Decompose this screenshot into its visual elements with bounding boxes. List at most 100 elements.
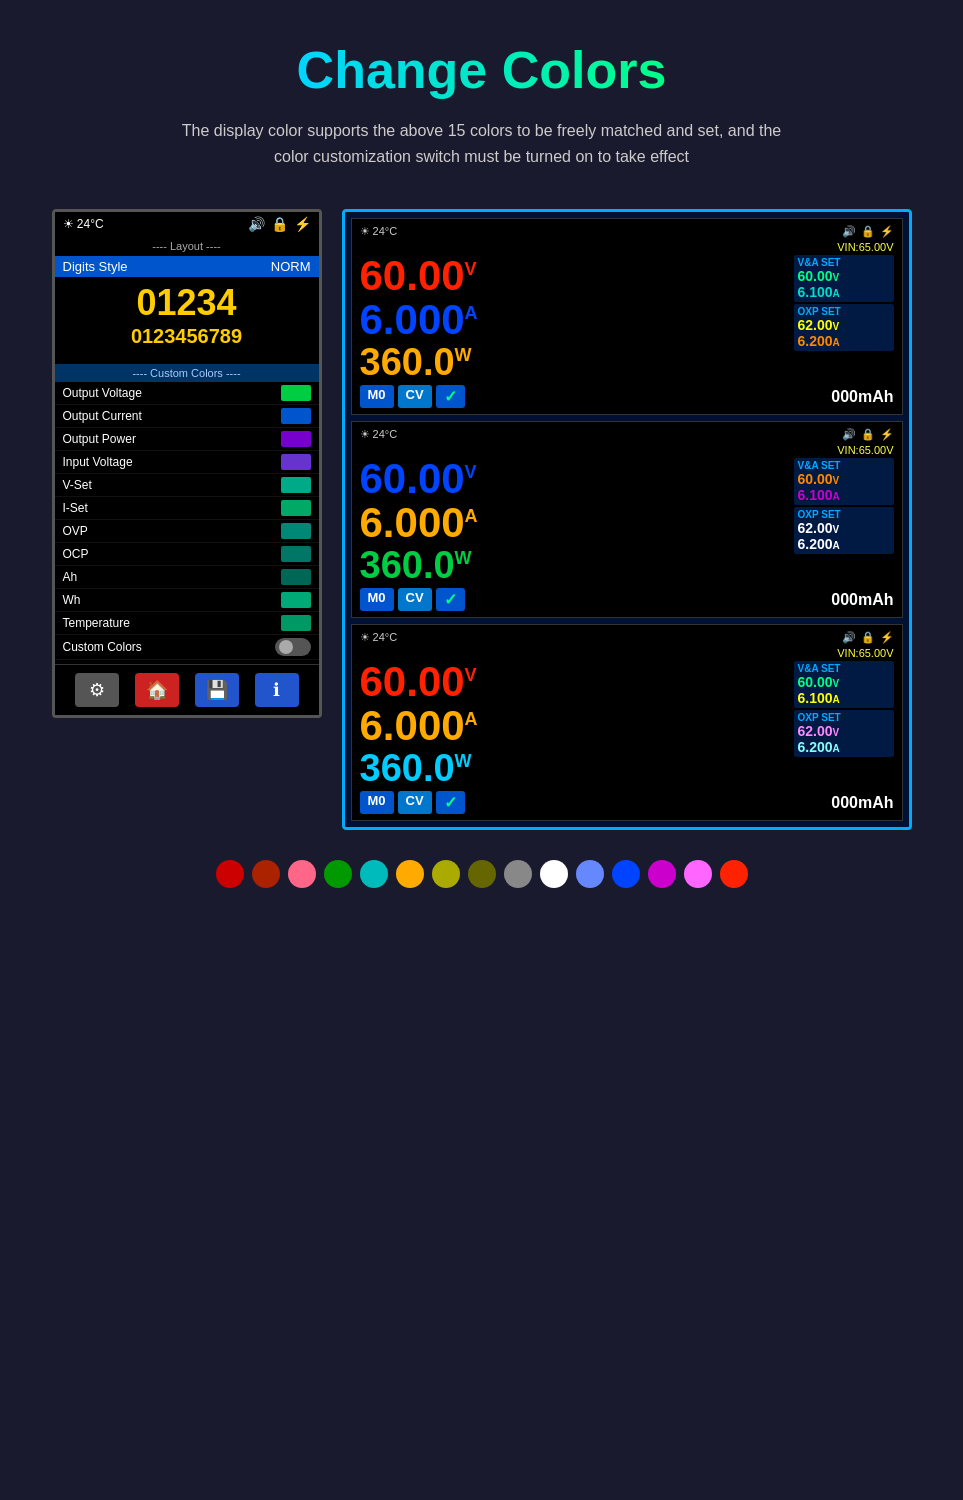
color-swatch[interactable]	[281, 454, 311, 470]
color-swatch[interactable]	[281, 523, 311, 539]
list-item[interactable]: Wh	[55, 589, 319, 612]
panel-3-power: 360.0W	[360, 749, 788, 787]
display-panel-3: ☀ 24°C 🔊 🔒 ⚡ VIN:65.00V 60.00V 6.000A 36…	[351, 624, 903, 821]
panel-2-body: 60.00V 6.000A 360.0W V&A SET 60.00V 6.10…	[360, 458, 894, 584]
m0-button-3[interactable]: M0	[360, 791, 394, 814]
color-palette	[216, 860, 748, 888]
palette-dot-14[interactable]	[684, 860, 712, 888]
palette-dot-13[interactable]	[648, 860, 676, 888]
home-button[interactable]: 🏠	[135, 673, 179, 707]
panel-2-temp: ☀ 24°C	[360, 428, 398, 441]
color-swatch[interactable]	[281, 477, 311, 493]
palette-dot-9[interactable]	[504, 860, 532, 888]
color-item-label: OCP	[63, 547, 89, 561]
page-title: Change Colors	[297, 40, 667, 100]
color-item-label: Input Voltage	[63, 455, 133, 469]
list-item[interactable]: Ah	[55, 566, 319, 589]
color-swatch[interactable]	[281, 569, 311, 585]
device-screen: ☀ 24°C 🔊 🔒 ⚡ ---- Layout ---- Digits Sty…	[52, 209, 322, 718]
palette-dot-6[interactable]	[396, 860, 424, 888]
palette-dot-2[interactable]	[252, 860, 280, 888]
color-item-label: Output Current	[63, 409, 142, 423]
page-subtitle: The display color supports the above 15 …	[182, 118, 782, 169]
digits-style-label: Digits Style	[63, 259, 128, 274]
speaker-icon: 🔊	[842, 631, 856, 644]
speaker-icon: 🔊	[248, 216, 265, 232]
digits-large: 01234	[59, 285, 315, 321]
cv-button-2[interactable]: CV	[398, 588, 432, 611]
list-item[interactable]: Output Voltage	[55, 382, 319, 405]
list-item[interactable]: OCP	[55, 543, 319, 566]
panel-1-side: V&A SET 60.00V 6.100A OXP SET 62.00V 6.2…	[794, 255, 894, 381]
list-item[interactable]: Output Current	[55, 405, 319, 428]
gear-button[interactable]: ⚙	[75, 673, 119, 707]
m0-button[interactable]: M0	[360, 385, 394, 408]
oxp-set-label-2: OXP SET	[798, 509, 890, 520]
check-button[interactable]: ✓	[436, 385, 465, 408]
save-button[interactable]: 💾	[195, 673, 239, 707]
color-item-label: V-Set	[63, 478, 92, 492]
list-item-custom-colors[interactable]: Custom Colors	[55, 635, 319, 660]
check-button-3[interactable]: ✓	[436, 791, 465, 814]
va-a-val-2: 6.100A	[798, 487, 890, 503]
va-set-label-3: V&A SET	[798, 663, 890, 674]
cv-button[interactable]: CV	[398, 385, 432, 408]
digits-style-row[interactable]: Digits Style NORM	[55, 256, 319, 277]
palette-dot-4[interactable]	[324, 860, 352, 888]
panel-1-voltage: 60.00V	[360, 255, 788, 297]
custom-colors-toggle[interactable]	[275, 638, 311, 656]
va-set-label-2: V&A SET	[798, 460, 890, 471]
check-button-2[interactable]: ✓	[436, 588, 465, 611]
color-swatch[interactable]	[281, 500, 311, 516]
list-item[interactable]: Temperature	[55, 612, 319, 635]
panel-1-temp: ☀ 24°C	[360, 225, 398, 238]
palette-dot-8[interactable]	[468, 860, 496, 888]
usb-icon: ⚡	[880, 631, 894, 644]
mah-value-2: 000mAh	[831, 591, 893, 609]
cv-button-3[interactable]: CV	[398, 791, 432, 814]
display-panel-2: ☀ 24°C 🔊 🔒 ⚡ VIN:65.00V 60.00V 6.000A 36…	[351, 421, 903, 618]
panel-3-bottom: M0 CV ✓ 000mAh	[360, 791, 894, 814]
panel-3-buttons: M0 CV ✓	[360, 791, 465, 814]
oxp-a-val-3: 6.200A	[798, 739, 890, 755]
main-content: ☀ 24°C 🔊 🔒 ⚡ ---- Layout ---- Digits Sty…	[52, 209, 912, 830]
palette-dot-5[interactable]	[360, 860, 388, 888]
digits-style-value: NORM	[271, 259, 311, 274]
color-swatch[interactable]	[281, 385, 311, 401]
panel-3-main: 60.00V 6.000A 360.0W	[360, 661, 788, 787]
palette-dot-11[interactable]	[576, 860, 604, 888]
list-item[interactable]: OVP	[55, 520, 319, 543]
palette-dot-15[interactable]	[720, 860, 748, 888]
device-header-icons: 🔊 🔒 ⚡	[248, 216, 311, 232]
panel-1-buttons: M0 CV ✓	[360, 385, 465, 408]
color-item-label: I-Set	[63, 501, 88, 515]
palette-dot-1[interactable]	[216, 860, 244, 888]
color-swatch[interactable]	[281, 615, 311, 631]
panel-2-main: 60.00V 6.000A 360.0W	[360, 458, 788, 584]
m0-button-2[interactable]: M0	[360, 588, 394, 611]
color-item-label: Output Voltage	[63, 386, 142, 400]
color-swatch[interactable]	[281, 546, 311, 562]
palette-dot-7[interactable]	[432, 860, 460, 888]
device-temp: ☀ 24°C	[63, 217, 104, 231]
color-swatch[interactable]	[281, 592, 311, 608]
palette-dot-12[interactable]	[612, 860, 640, 888]
list-item[interactable]: Input Voltage	[55, 451, 319, 474]
color-swatch[interactable]	[281, 408, 311, 424]
info-button[interactable]: ℹ	[255, 673, 299, 707]
list-item[interactable]: Output Power	[55, 428, 319, 451]
panel-3-temp: ☀ 24°C	[360, 631, 398, 644]
va-a-val-3: 6.100A	[798, 690, 890, 706]
color-item-label: Temperature	[63, 616, 130, 630]
list-item[interactable]: V-Set	[55, 474, 319, 497]
digits-small: 0123456789	[59, 325, 315, 348]
layout-section: ---- Layout ---- Digits Style NORM 01234…	[55, 236, 319, 360]
display-panel-1: ☀ 24°C 🔊 🔒 ⚡ VIN:65.00V 60.00V 6.000A 36…	[351, 218, 903, 415]
panel-3-oxp-section: OXP SET 62.00V 6.200A	[794, 710, 894, 757]
palette-dot-3[interactable]	[288, 860, 316, 888]
list-item[interactable]: I-Set	[55, 497, 319, 520]
mah-value: 000mAh	[831, 388, 893, 406]
palette-dot-10[interactable]	[540, 860, 568, 888]
color-item-label: Wh	[63, 593, 81, 607]
color-swatch[interactable]	[281, 431, 311, 447]
